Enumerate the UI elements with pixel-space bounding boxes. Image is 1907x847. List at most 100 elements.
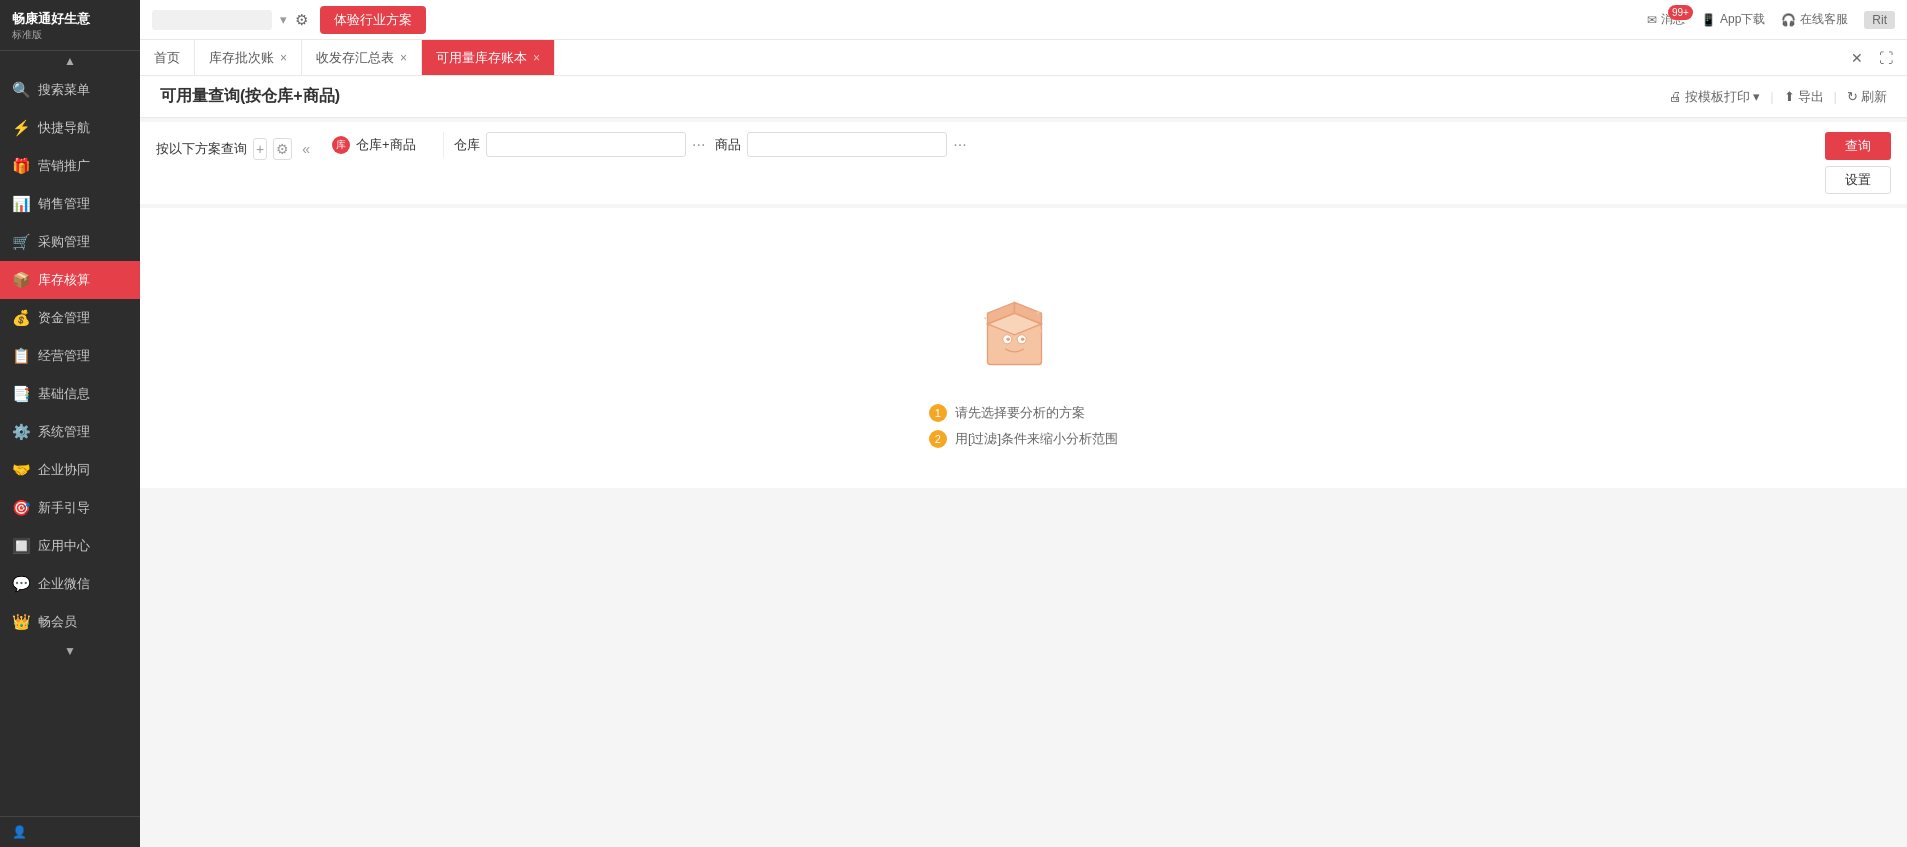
tab-close-icon[interactable]: × — [533, 51, 540, 65]
phone-icon: 📱 — [1701, 13, 1716, 27]
filter-section-label: 按以下方案查询 + ⚙ « — [156, 132, 314, 160]
sidebar-item-shortcut[interactable]: ⚡ 快捷导航 — [0, 109, 140, 147]
sidebar-item-search[interactable]: 🔍 搜索菜单 — [0, 71, 140, 109]
customer-service-link[interactable]: 🎧 在线客服 — [1781, 11, 1848, 28]
clipboard-icon: 📋 — [12, 347, 30, 365]
message-icon: ✉ — [1647, 13, 1657, 27]
user-icon: 👤 — [12, 825, 27, 839]
trial-industry-button[interactable]: 体验行业方案 — [320, 6, 426, 34]
empty-instructions: 1 请先选择要分析的方案 2 用[过滤]条件来缩小分析范围 — [929, 404, 1118, 448]
sidebar-item-guide[interactable]: 🎯 新手引导 — [0, 489, 140, 527]
filter-field-warehouse: 仓库 ··· — [454, 132, 705, 157]
svg-text:✦: ✦ — [983, 315, 987, 321]
sidebar-item-inventory[interactable]: 📦 库存核算 — [0, 261, 140, 299]
scheme-item-warehouse-product[interactable]: 库 仓库+商品 — [324, 132, 431, 158]
tab-label: 可用量库存账本 — [436, 49, 527, 67]
warehouse-input[interactable] — [486, 132, 686, 157]
app-download-link[interactable]: 📱 App下载 — [1701, 11, 1765, 28]
main-area: ▾ ⚙ 体验行业方案 ✉ 消息 99+ 📱 App下载 🎧 在线客服 Rit 首… — [140, 0, 1907, 847]
filter-actions: 查询 设置 — [1825, 132, 1891, 194]
close-tab-button[interactable]: ✕ — [1845, 46, 1869, 70]
company-name: 畅康通好生意 — [12, 10, 128, 28]
product-input[interactable] — [747, 132, 947, 157]
tab-close-icon[interactable]: × — [280, 51, 287, 65]
export-button[interactable]: ⬆ 导出 — [1784, 88, 1824, 106]
expand-button[interactable]: ⛶ — [1873, 46, 1899, 70]
sidebar-item-member[interactable]: 👑 畅会员 — [0, 603, 140, 641]
top-header: ▾ ⚙ 体验行业方案 ✉ 消息 99+ 📱 App下载 🎧 在线客服 Rit — [140, 0, 1907, 40]
sidebar-item-label: 销售管理 — [38, 195, 90, 213]
sidebar-item-purchase[interactable]: 🛒 采购管理 — [0, 223, 140, 261]
sidebar-item-operation[interactable]: 📋 经营管理 — [0, 337, 140, 375]
warehouse-label: 仓库 — [454, 136, 480, 154]
product-label: 商品 — [715, 136, 741, 154]
sidebar-item-label: 系统管理 — [38, 423, 90, 441]
gift-icon: 🎁 — [12, 157, 30, 175]
sidebar-item-label: 采购管理 — [38, 233, 90, 251]
sidebar-item-label: 搜索菜单 — [38, 81, 90, 99]
tab-collect-summary[interactable]: 收发存汇总表 × — [302, 40, 422, 75]
sidebar-item-system[interactable]: ⚙️ 系统管理 — [0, 413, 140, 451]
sidebar-item-label: 营销推广 — [38, 157, 90, 175]
printer-icon: 🖨 — [1669, 89, 1682, 104]
wechat-icon: 💬 — [12, 575, 30, 593]
money-icon: 💰 — [12, 309, 30, 327]
sidebar-item-finance[interactable]: 💰 资金管理 — [0, 299, 140, 337]
sidebar-item-app[interactable]: 🔲 应用中心 — [0, 527, 140, 565]
sidebar-scroll-up[interactable]: ▲ — [0, 51, 140, 71]
sidebar-item-basic[interactable]: 📑 基础信息 — [0, 375, 140, 413]
sidebar-item-enterprise[interactable]: 🤝 企业协同 — [0, 451, 140, 489]
crown-icon: 👑 — [12, 613, 30, 631]
svg-point-6 — [1006, 338, 1010, 342]
headset-icon: 🎧 — [1781, 13, 1796, 27]
scheme-icon-label: 库 — [336, 138, 346, 152]
tab-label: 首页 — [154, 49, 180, 67]
filter-settings-button[interactable]: 设置 — [1825, 166, 1891, 194]
filter-scheme-list: 库 仓库+商品 — [324, 132, 444, 158]
sidebar-item-wechat[interactable]: 💬 企业微信 — [0, 565, 140, 603]
sidebar-scroll-down[interactable]: ▼ — [0, 641, 140, 661]
divider: | — [1834, 89, 1837, 104]
grid-icon: 🔲 — [12, 537, 30, 555]
sidebar: 畅康通好生意 标准版 ▲ 🔍 搜索菜单 ⚡ 快捷导航 🎁 营销推广 📊 销售管理… — [0, 0, 140, 847]
instruction-num-2: 2 — [929, 430, 947, 448]
tab-batch-ledger[interactable]: 库存批次账 × — [195, 40, 302, 75]
tab-label: 库存批次账 — [209, 49, 274, 67]
sidebar-item-label: 企业微信 — [38, 575, 90, 593]
sidebar-item-label: 快捷导航 — [38, 119, 90, 137]
instruction-text-2: 用[过滤]条件来缩小分析范围 — [955, 430, 1118, 448]
product-more-button[interactable]: ··· — [953, 136, 966, 154]
tab-close-icon[interactable]: × — [400, 51, 407, 65]
instruction-num-1: 1 — [929, 404, 947, 422]
page-title: 可用量查询(按仓库+商品) — [160, 86, 340, 107]
scheme-settings-button[interactable]: ⚙ — [273, 138, 292, 160]
add-scheme-button[interactable]: + — [253, 138, 267, 160]
sidebar-bottom: 👤 — [0, 816, 140, 847]
sidebar-item-sales[interactable]: 📊 销售管理 — [0, 185, 140, 223]
print-label: 按模板打印 — [1685, 88, 1750, 106]
refresh-icon: ↻ — [1847, 89, 1858, 104]
user-avatar[interactable]: Rit — [1864, 11, 1895, 29]
tab-home[interactable]: 首页 — [140, 40, 195, 75]
gear-icon: ⚙️ — [12, 423, 30, 441]
message-badge: 99+ — [1668, 5, 1693, 20]
sidebar-item-marketing[interactable]: 🎁 营销推广 — [0, 147, 140, 185]
sidebar-item-label: 新手引导 — [38, 499, 90, 517]
customer-service-label: 在线客服 — [1800, 11, 1848, 28]
collapse-button[interactable]: « — [298, 139, 314, 159]
settings-icon[interactable]: ⚙ — [295, 11, 308, 29]
tab-available-ledger[interactable]: 可用量库存账本 × — [422, 40, 555, 75]
query-button[interactable]: 查询 — [1825, 132, 1891, 160]
print-button[interactable]: 🖨 按模板打印 ▾ — [1669, 88, 1760, 106]
app-download-label: App下载 — [1720, 11, 1765, 28]
empty-illustration: ✦ ✦ ✦ — [974, 288, 1074, 388]
refresh-button[interactable]: ↻ 刷新 — [1847, 88, 1887, 106]
scheme-icon: 库 — [332, 136, 350, 154]
instruction-text-1: 请先选择要分析的方案 — [955, 404, 1085, 422]
message-link[interactable]: ✉ 消息 99+ — [1647, 11, 1685, 28]
warehouse-more-button[interactable]: ··· — [692, 136, 705, 154]
breadcrumb-input[interactable] — [152, 10, 272, 30]
scheme-name: 仓库+商品 — [356, 136, 416, 154]
chevron-down-icon[interactable]: ▾ — [280, 12, 287, 27]
sidebar-item-label: 库存核算 — [38, 271, 90, 289]
